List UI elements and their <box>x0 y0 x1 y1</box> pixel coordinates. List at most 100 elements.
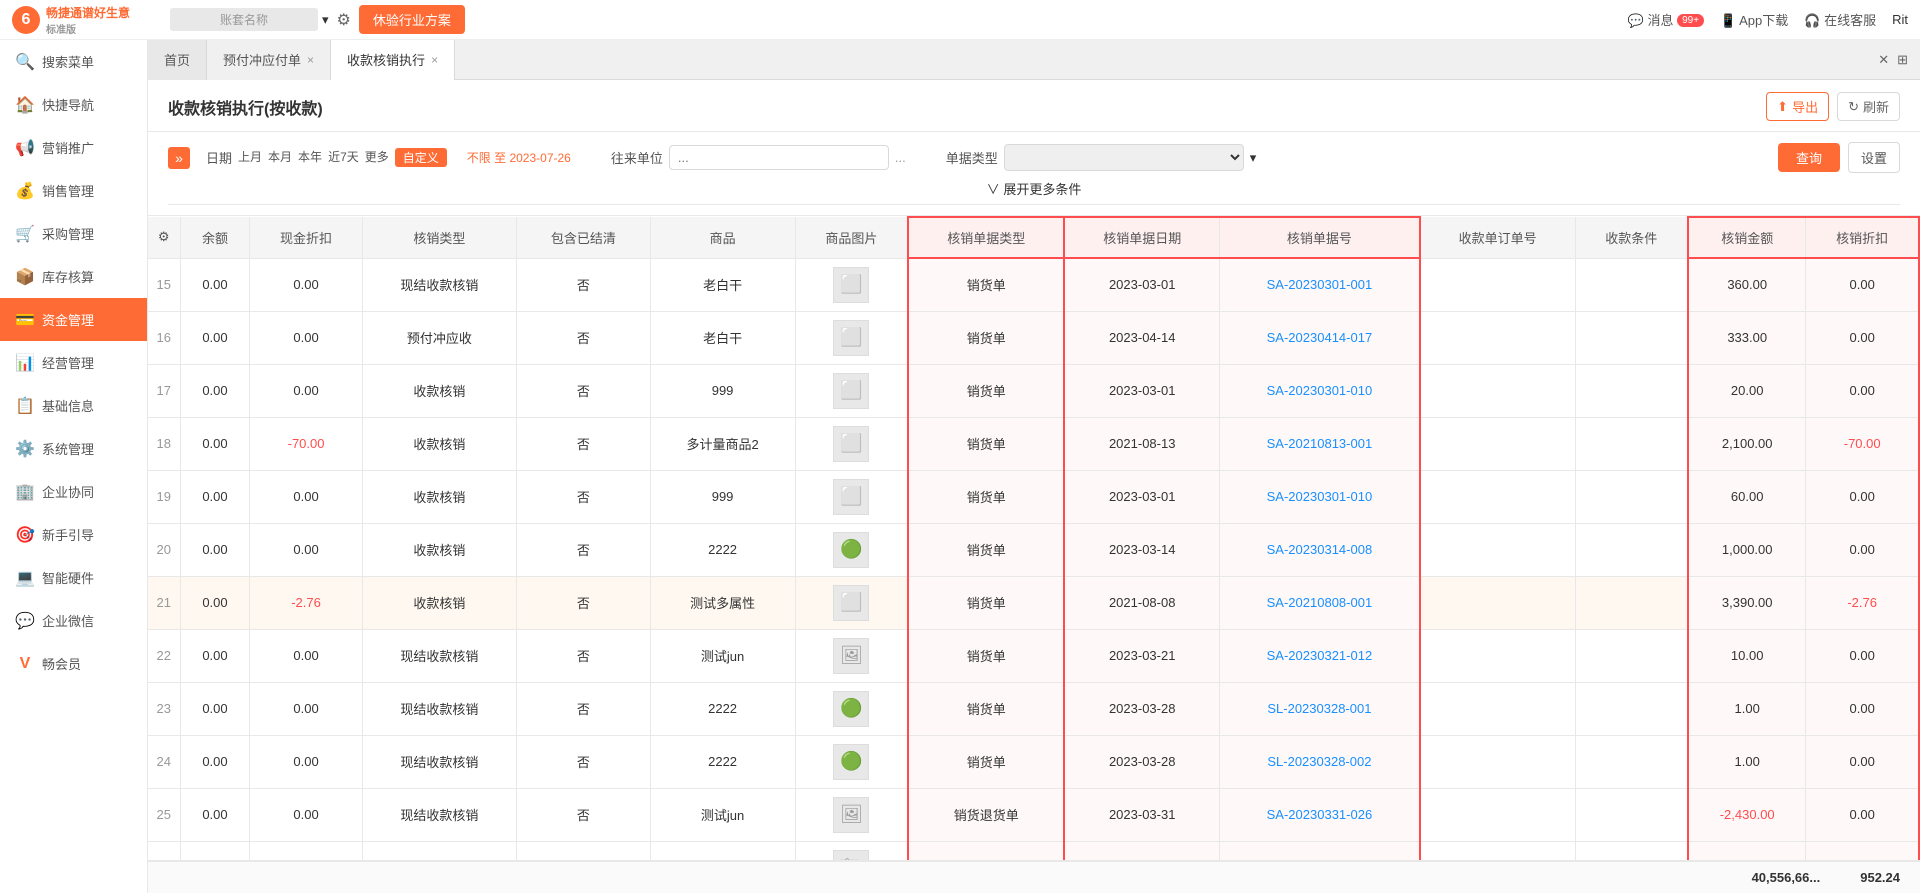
product-image: ⬜ <box>833 426 869 462</box>
tab-close-all-icon[interactable]: ✕ <box>1878 52 1889 68</box>
cell-bill-report-no: SA-20210813-001 <box>1220 417 1420 470</box>
operation-icon: 📊 <box>16 354 34 372</box>
bill-report-no-link[interactable]: SA-20230414-017 <box>1267 330 1373 345</box>
cell-product-image: 🟢 <box>795 523 908 576</box>
sidebar-item-sales[interactable]: 💰 销售管理 <box>0 169 147 212</box>
sidebar-label-finance: 资金管理 <box>42 310 94 329</box>
cell-cash-discount: 0.00 <box>250 629 362 682</box>
tab-prepay-close[interactable]: × <box>307 53 314 67</box>
export-icon: ⬆ <box>1777 99 1788 115</box>
sidebar-item-finance[interactable]: 💳 资金管理 <box>0 298 147 341</box>
cell-verify-amount: 20.00 <box>1688 364 1806 417</box>
message-btn[interactable]: 💬 消息 99+ <box>1628 10 1704 29</box>
tab-prepay[interactable]: 预付冲应付单 × <box>207 40 331 80</box>
filter-expand-arrow[interactable]: » <box>168 147 190 169</box>
query-btn[interactable]: 查询 <box>1778 143 1840 172</box>
sidebar-item-marketing[interactable]: 📢 营销推广 <box>0 126 147 169</box>
cell-product: 2222 <box>650 523 795 576</box>
bill-type-select[interactable] <box>1004 144 1244 171</box>
bill-report-no-link[interactable]: SA-20230301-001 <box>1267 277 1373 292</box>
from-unit-input[interactable] <box>669 145 889 170</box>
cell-include-settled: 否 <box>517 735 650 788</box>
cell-verify-discount: 0.00 <box>1806 629 1919 682</box>
cell-bill-report-type: 销货单 <box>908 417 1064 470</box>
cell-receipt-order-no <box>1420 523 1575 576</box>
sidebar-item-inventory[interactable]: 📦 库存核算 <box>0 255 147 298</box>
cell-include-settled: 否 <box>517 841 650 860</box>
bill-report-no-link[interactable]: SL-20230328-002 <box>1267 754 1371 769</box>
sidebar-label-newbie: 新手引导 <box>42 525 94 544</box>
cell-cash-discount: 0.00 <box>250 735 362 788</box>
export-btn[interactable]: ⬆ 导出 <box>1766 92 1829 121</box>
tab-home[interactable]: 首页 <box>148 40 207 80</box>
date-this-year[interactable]: 本年 <box>298 148 322 167</box>
sidebar-item-operation[interactable]: 📊 经营管理 <box>0 341 147 384</box>
bill-report-no-link[interactable]: SA-20210808-001 <box>1267 595 1373 610</box>
tab-actions: ✕ ⊞ <box>1878 52 1920 68</box>
sidebar-label-system: 系统管理 <box>42 439 94 458</box>
sidebar-item-member[interactable]: V 畅会员 <box>0 642 147 685</box>
bill-report-no-link[interactable]: SA-20210813-001 <box>1267 436 1373 451</box>
cell-bill-report-type: 销货单 <box>908 682 1064 735</box>
table-row: 22 0.00 0.00 现结收款核销 否 测试jun 🖼 销货单 2023-0… <box>148 629 1919 682</box>
app-download-btn[interactable]: 📱 App下载 <box>1720 10 1788 29</box>
date-more[interactable]: 更多 <box>365 148 389 167</box>
tab-expand-icon[interactable]: ⊞ <box>1897 52 1908 68</box>
bill-report-no-link[interactable]: SA-20230331-026 <box>1267 807 1373 822</box>
cell-receipt-order-no <box>1420 629 1575 682</box>
industry-solution-btn[interactable]: 休验行业方案 <box>359 5 465 34</box>
sidebar-item-newbie[interactable]: 🎯 新手引导 <box>0 513 147 556</box>
bill-report-no-link[interactable]: SA-20230321-012 <box>1267 648 1373 663</box>
cell-bill-report-no: SA-20230314-008 <box>1220 523 1420 576</box>
date-7days[interactable]: 近7天 <box>328 148 359 167</box>
sidebar-item-system[interactable]: ⚙️ 系统管理 <box>0 427 147 470</box>
refresh-btn[interactable]: ↻ 刷新 <box>1837 92 1900 121</box>
cell-bill-report-date: 2021-08-08 <box>1064 576 1219 629</box>
footer-total-amount: 40,556,66... <box>1752 870 1821 885</box>
tab-receipt-verify-close[interactable]: × <box>431 53 438 67</box>
cell-verify-type: 收款核销 <box>362 523 517 576</box>
main-content: 首页 预付冲应付单 × 收款核销执行 × ✕ ⊞ 收款核销执行(按收款) ⬆ 导… <box>148 40 1920 893</box>
product-image: ⬜ <box>833 373 869 409</box>
th-include-settled: 包含已结清 <box>517 217 650 258</box>
sidebar-item-quicknav[interactable]: 🏠 快捷导航 <box>0 83 147 126</box>
cell-product-image: 🏗 <box>795 841 908 860</box>
sidebar-item-search[interactable]: 🔍 搜索菜单 <box>0 40 147 83</box>
cell-verify-amount: 10.00 <box>1688 629 1806 682</box>
account-selector[interactable]: 账套名称 ▾ <box>170 8 329 31</box>
online-service-btn[interactable]: 🎧 在线客服 <box>1804 10 1876 29</box>
bill-report-no-link[interactable]: SA-20230301-010 <box>1267 383 1373 398</box>
cell-balance: 0.00 <box>180 311 250 364</box>
date-last-month[interactable]: 上月 <box>238 148 262 167</box>
table-row: 25 0.00 0.00 现结收款核销 否 测试jun 🖼 销货退货单 2023… <box>148 788 1919 841</box>
expand-more-conditions[interactable]: ∨ 展开更多条件 <box>168 173 1900 205</box>
hardware-icon: 💻 <box>16 569 34 587</box>
sidebar-label-sales: 销售管理 <box>42 181 94 200</box>
bill-report-no-link[interactable]: SA-20230314-008 <box>1267 542 1373 557</box>
sidebar-item-basic-info[interactable]: 📋 基础信息 <box>0 384 147 427</box>
bill-report-no-link[interactable]: SA-20230301-010 <box>1267 489 1373 504</box>
setting-btn[interactable]: 设置 <box>1848 142 1900 173</box>
cell-balance: 0.00 <box>180 364 250 417</box>
date-this-month[interactable]: 本月 <box>268 148 292 167</box>
cell-product: 999 <box>650 470 795 523</box>
cell-receipt-condition <box>1575 417 1688 470</box>
bill-report-no-link[interactable]: SL-20230328-001 <box>1267 701 1371 716</box>
sidebar-item-purchase[interactable]: 🛒 采购管理 <box>0 212 147 255</box>
cell-receipt-order-no <box>1420 364 1575 417</box>
newbie-icon: 🎯 <box>16 526 34 544</box>
tab-receipt-verify[interactable]: 收款核销执行 × <box>331 40 455 80</box>
product-image: 🏗 <box>833 850 869 861</box>
sidebar-label-inventory: 库存核算 <box>42 267 94 286</box>
sidebar-item-wechat[interactable]: 💬 企业微信 <box>0 599 147 642</box>
cell-product-image: ⬜ <box>795 470 908 523</box>
cell-receipt-order-no <box>1420 470 1575 523</box>
date-custom[interactable]: 自定义 <box>395 148 447 167</box>
product-image: ⬜ <box>833 479 869 515</box>
sidebar-item-enterprise[interactable]: 🏢 企业协同 <box>0 470 147 513</box>
cell-product: 2222 <box>650 682 795 735</box>
sidebar-item-hardware[interactable]: 💻 智能硬件 <box>0 556 147 599</box>
settings-gear-btn[interactable]: ⚙ <box>337 10 351 30</box>
cell-bill-report-no: SA-20230321-012 <box>1220 629 1420 682</box>
th-bill-report-date: 核销单据日期 <box>1064 217 1219 258</box>
